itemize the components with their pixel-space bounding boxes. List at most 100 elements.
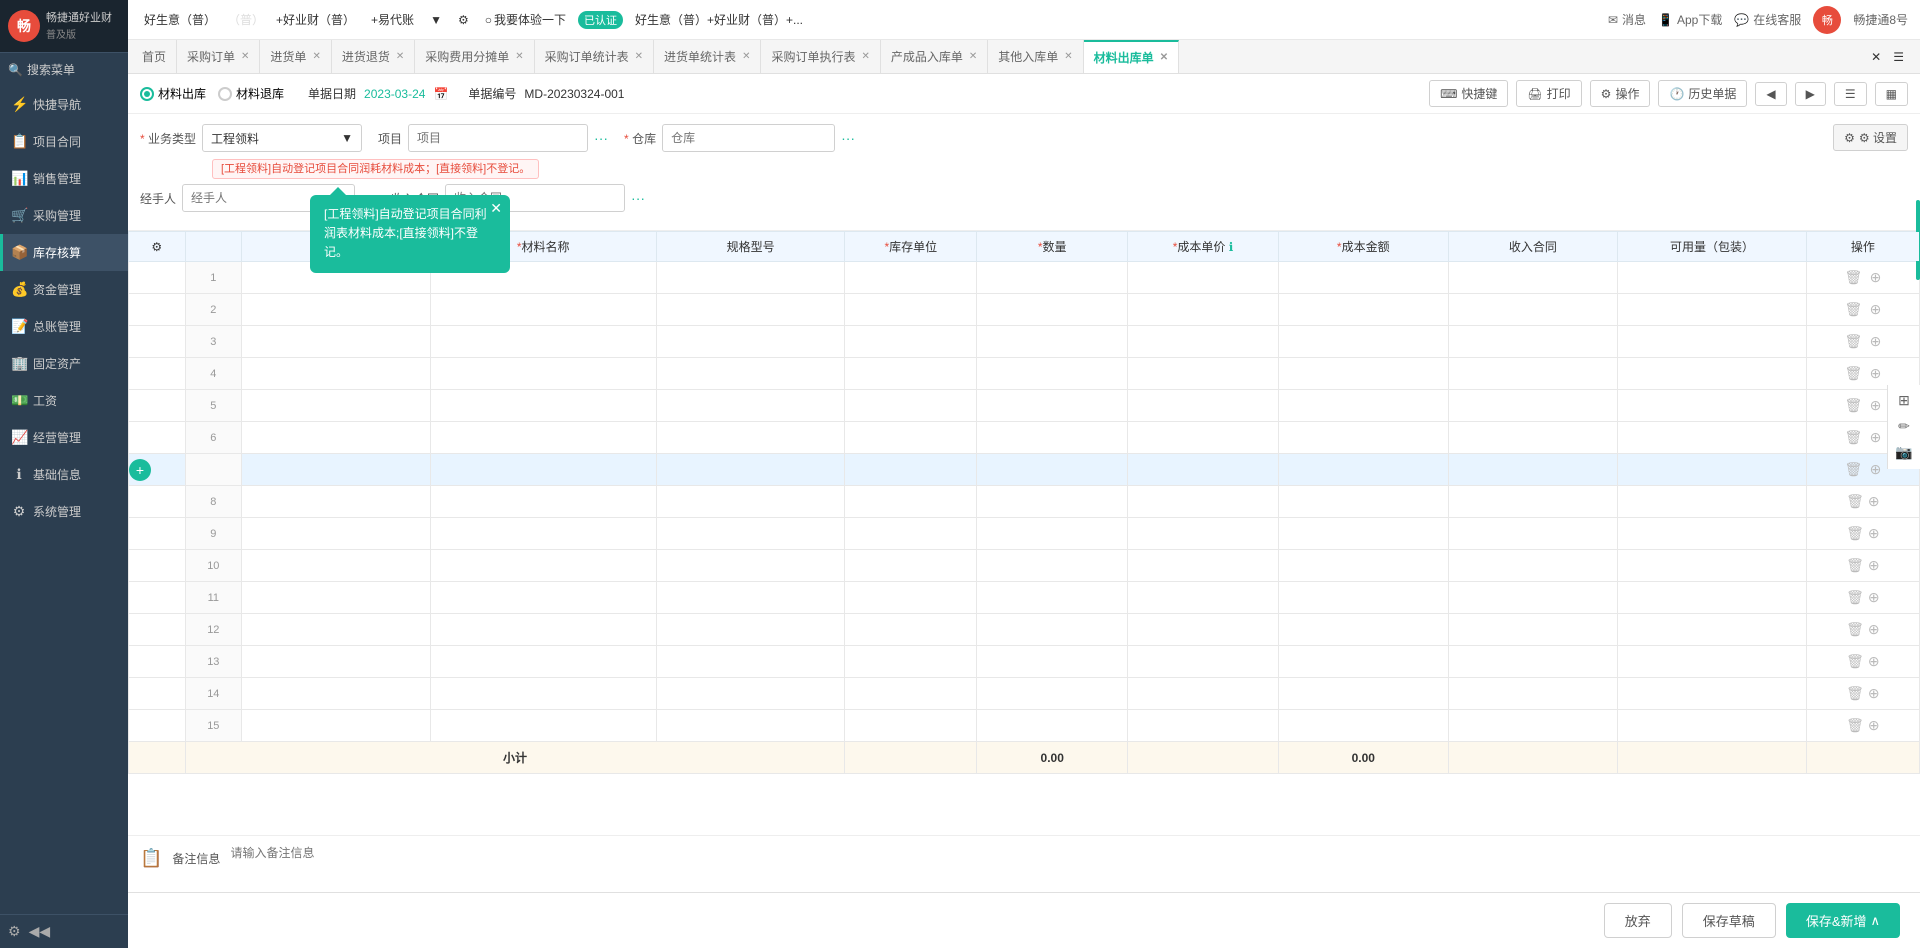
right-panel-icon-3[interactable]: 📷 — [1892, 441, 1916, 465]
td-costamt-7[interactable] — [1278, 454, 1448, 486]
td-material-5[interactable] — [430, 390, 656, 422]
delete-row-10-btn[interactable]: 🗑 — [1844, 557, 1866, 573]
td-cost-7[interactable] — [1128, 454, 1279, 486]
td-cost-5[interactable] — [1128, 390, 1279, 422]
tab-purchase-return[interactable]: 进货退货 ✕ — [332, 40, 415, 74]
td-cost-1[interactable] — [1128, 262, 1279, 294]
copy-row-4-btn[interactable]: ⊕ — [1868, 365, 1884, 381]
material-input-7[interactable] — [431, 454, 656, 485]
message-btn[interactable]: ✉ 消息 — [1608, 11, 1646, 28]
save-new-btn[interactable]: 保存&新增 ∧ — [1786, 903, 1900, 938]
tab-close-icon[interactable]: ✕ — [312, 51, 320, 62]
td-income-2[interactable] — [1448, 294, 1618, 326]
search-menu-item[interactable]: 🔍 搜索菜单 — [0, 53, 128, 86]
td-avail-7[interactable] — [1618, 454, 1807, 486]
collapse-sidebar-icon[interactable]: ◀◀ — [29, 923, 51, 940]
sidebar-item-quick-nav[interactable]: ⚡ 快捷导航 — [0, 86, 128, 123]
copy-row-6-btn[interactable]: ⊕ — [1868, 429, 1884, 445]
topbar-haoyecai[interactable]: +好业财（普） — [272, 11, 359, 28]
td-spec-7[interactable] — [656, 454, 845, 486]
copy-row-1-btn[interactable]: ⊕ — [1868, 269, 1884, 285]
td-costamt-3[interactable] — [1278, 326, 1448, 358]
delete-row-2-btn[interactable]: 🗑 — [1842, 301, 1864, 317]
td-unit-3[interactable] — [845, 326, 977, 358]
warehouse-input[interactable] — [662, 124, 835, 152]
td-cost-4[interactable] — [1128, 358, 1279, 390]
tab-close-icon[interactable]: ✕ — [241, 51, 249, 62]
close-tab-btn[interactable]: ✕ — [1867, 50, 1885, 64]
td-costamt-2[interactable] — [1278, 294, 1448, 326]
td-cost-3[interactable] — [1128, 326, 1279, 358]
app-download-btn[interactable]: 📱 App下载 — [1658, 11, 1722, 28]
td-qty-4[interactable] — [977, 358, 1128, 390]
right-panel-icon-2[interactable]: ✏ — [1892, 415, 1916, 439]
td-project-3[interactable] — [242, 326, 431, 358]
sidebar-item-sales[interactable]: 📊 销售管理 — [0, 160, 128, 197]
delete-row-4-btn[interactable]: 🗑 — [1842, 365, 1864, 381]
td-unit-7[interactable] — [845, 454, 977, 486]
copy-row-14-btn[interactable]: ⊕ — [1866, 685, 1882, 701]
settings-btn[interactable]: ⚙ ⚙ 设置 — [1833, 124, 1908, 151]
copy-row-9-btn[interactable]: ⊕ — [1866, 525, 1882, 541]
sidebar-item-finance[interactable]: 💰 资金管理 — [0, 271, 128, 308]
td-qty-5[interactable] — [977, 390, 1128, 422]
sidebar-item-operations[interactable]: 📈 经营管理 — [0, 419, 128, 456]
sidebar-item-assets[interactable]: 🏢 固定资产 — [0, 345, 128, 382]
td-material-4[interactable] — [430, 358, 656, 390]
shortcut-btn[interactable]: ⌨ 快捷键 — [1429, 80, 1508, 107]
delete-row-1-btn[interactable]: 🗑 — [1842, 269, 1864, 285]
user-avatar[interactable]: 畅 — [1813, 6, 1841, 34]
income-contract-dots-btn[interactable]: ··· — [631, 190, 645, 206]
delete-row-3-btn[interactable]: 🗑 — [1842, 333, 1864, 349]
copy-row-5-btn[interactable]: ⊕ — [1868, 397, 1884, 413]
delete-row-6-btn[interactable]: 🗑 — [1842, 429, 1864, 445]
tab-purchase-in[interactable]: 进货单 ✕ — [260, 40, 331, 74]
td-material-7[interactable] — [430, 454, 656, 486]
project-input[interactable] — [408, 124, 588, 152]
sidebar-item-purchase[interactable]: 🛒 采购管理 — [0, 197, 128, 234]
tab-close-icon[interactable]: ✕ — [1064, 51, 1072, 62]
delete-row-7-btn[interactable]: 🗑 — [1842, 461, 1864, 477]
note-input[interactable] — [230, 844, 1908, 884]
delete-row-14-btn[interactable]: 🗑 — [1844, 685, 1866, 701]
td-cost-6[interactable] — [1128, 422, 1279, 454]
td-project-7[interactable] — [242, 454, 431, 486]
td-unit-6[interactable] — [845, 422, 977, 454]
tab-purchase-stat[interactable]: 采购订单统计表 ✕ — [535, 40, 654, 74]
radio-material-return[interactable]: 材料退库 — [218, 85, 284, 102]
copy-row-8-btn[interactable]: ⊕ — [1866, 493, 1882, 509]
print-btn[interactable]: 🖨 打印 — [1516, 80, 1581, 107]
calendar-icon[interactable]: 📅 — [433, 87, 448, 101]
td-income-4[interactable] — [1448, 358, 1618, 390]
td-spec-3[interactable] — [656, 326, 845, 358]
td-income-5[interactable] — [1448, 390, 1618, 422]
right-panel-icon-1[interactable]: ⊞ — [1892, 389, 1916, 413]
td-income-1[interactable] — [1448, 262, 1618, 294]
discard-btn[interactable]: 放弃 — [1604, 903, 1672, 938]
copy-row-12-btn[interactable]: ⊕ — [1866, 621, 1882, 637]
sidebar-item-system[interactable]: ⚙ 系统管理 — [0, 493, 128, 530]
td-avail-3[interactable] — [1618, 326, 1807, 358]
tab-purchase-exec[interactable]: 采购订单执行表 ✕ — [761, 40, 880, 74]
td-unit-2[interactable] — [845, 294, 977, 326]
td-spec-1[interactable] — [656, 262, 845, 294]
nav-left-btn[interactable]: ◀ — [1755, 82, 1786, 106]
td-spec-5[interactable] — [656, 390, 845, 422]
grid-view-btn[interactable]: ▦ — [1875, 82, 1908, 106]
delete-row-8-btn[interactable]: 🗑 — [1844, 493, 1866, 509]
delete-row-9-btn[interactable]: 🗑 — [1844, 525, 1866, 541]
tab-close-icon[interactable]: ✕ — [742, 51, 750, 62]
topbar-settings-icon[interactable]: ⚙ — [454, 13, 473, 27]
delete-row-13-btn[interactable]: 🗑 — [1844, 653, 1866, 669]
tab-home[interactable]: 首页 — [132, 40, 177, 74]
copy-row-15-btn[interactable]: ⊕ — [1866, 717, 1882, 733]
sidebar-item-inventory[interactable]: 📦 库存核算 — [0, 234, 128, 271]
td-income-7[interactable] — [1448, 454, 1618, 486]
th-gear[interactable]: ⚙ — [129, 232, 186, 262]
td-costamt-5[interactable] — [1278, 390, 1448, 422]
td-qty-1[interactable] — [977, 262, 1128, 294]
td-unit-1[interactable] — [845, 262, 977, 294]
td-income-6[interactable] — [1448, 422, 1618, 454]
td-spec-2[interactable] — [656, 294, 845, 326]
copy-row-13-btn[interactable]: ⊕ — [1866, 653, 1882, 669]
